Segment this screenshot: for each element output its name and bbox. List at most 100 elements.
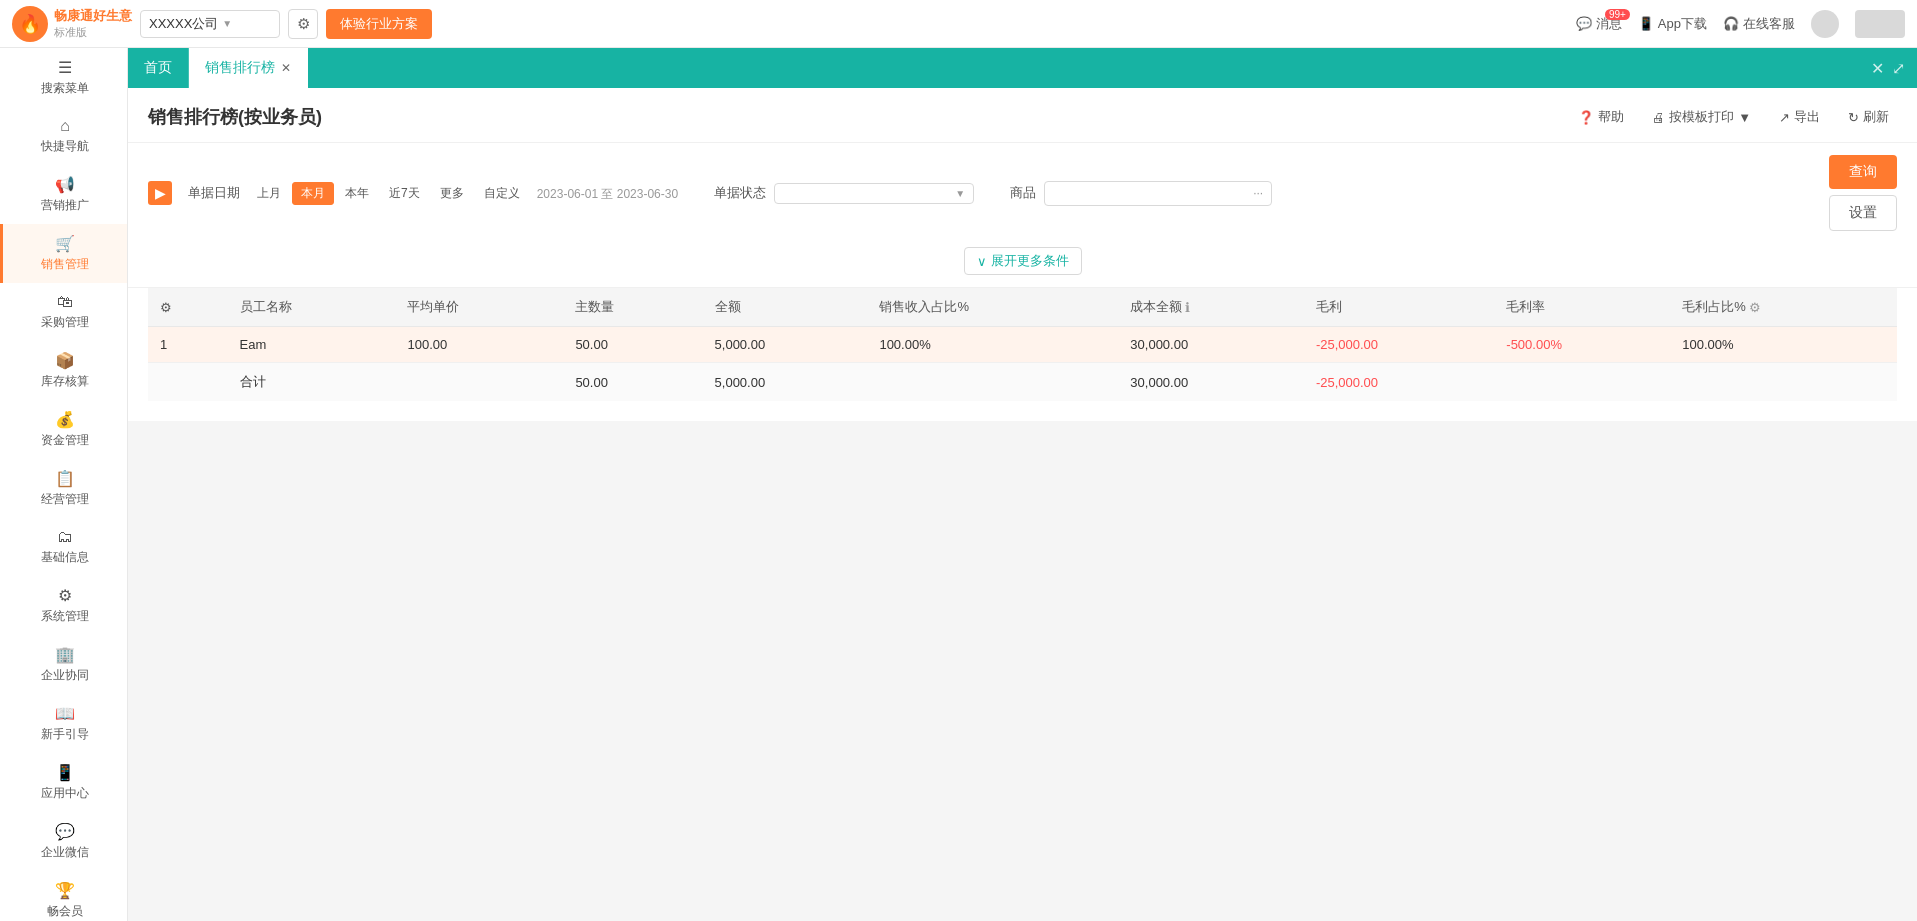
cell-rank-0: 1	[148, 327, 228, 363]
footer-gross-pct	[1670, 363, 1897, 402]
date-btn-this-month[interactable]: 本月	[292, 182, 334, 205]
sidebar-items: ☰ 搜索菜单 ⌂ 快捷导航 📢 营销推广 🛒 销售管理 🛍 采购管理 📦 库存核…	[0, 48, 127, 921]
brand-text: 畅康通好生意 标准版	[54, 7, 132, 40]
purchase-icon: 🛍	[57, 293, 73, 311]
col-name: 员工名称	[228, 288, 396, 327]
sidebar-item-marketing[interactable]: 📢 营销推广	[0, 165, 127, 224]
footer-gross-margin	[1494, 363, 1670, 402]
sidebar-item-inventory[interactable]: 📦 库存核算	[0, 341, 127, 400]
goods-more-icon[interactable]: ···	[1253, 186, 1263, 200]
goods-filter-label: 商品	[1010, 184, 1036, 202]
filter-row: ▶ 单据日期 上月 本月 本年 近7天 更多 自定义	[148, 155, 1897, 231]
expand-more-button[interactable]: ∨ 展开更多条件	[964, 247, 1082, 275]
refresh-button[interactable]: ↻ 刷新	[1840, 104, 1897, 130]
date-range-value: 2023-06-01 至 2023-06-30	[537, 186, 678, 203]
sidebar-item-operations[interactable]: 📋 经营管理	[0, 459, 127, 518]
company-selector[interactable]: XXXXX公司 ▼	[140, 10, 280, 38]
message-button[interactable]: 💬 消息 99+	[1576, 15, 1622, 33]
content-inner: 销售排行榜(按业务员) ❓ 帮助 🖨 按模板打印 ▼	[128, 88, 1917, 421]
expand-more-label: 展开更多条件	[991, 252, 1069, 270]
export-button[interactable]: ↗ 导出	[1771, 104, 1828, 130]
footer-sales-pct	[867, 363, 1118, 402]
query-button[interactable]: 查询	[1829, 155, 1897, 189]
sidebar-item-search[interactable]: ☰ 搜索菜单	[0, 48, 127, 107]
col-amount: 全额	[703, 288, 868, 327]
sidebar-item-enterprise[interactable]: 🏢 企业协同	[0, 635, 127, 694]
apps-icon: 📱	[55, 763, 75, 782]
export-icon: ↗	[1779, 110, 1790, 125]
footer-cost: 30,000.00	[1118, 363, 1304, 402]
app-download-label: App下载	[1658, 15, 1707, 33]
sidebar-item-purchase[interactable]: 🛍 采购管理	[0, 283, 127, 341]
inventory-icon: 📦	[55, 351, 75, 370]
settings-icon[interactable]: ⚙	[288, 9, 318, 39]
sidebar-item-member[interactable]: 🏆 畅会员	[0, 871, 127, 921]
help-button[interactable]: ❓ 帮助	[1570, 104, 1632, 130]
col-gross-profit: 毛利	[1304, 288, 1494, 327]
sidebar-item-finance[interactable]: 💰 资金管理	[0, 400, 127, 459]
date-buttons: 上月 本月 本年 近7天 更多 自定义	[248, 182, 529, 205]
sidebar-label-search: 搜索菜单	[41, 80, 89, 97]
footer-amount: 5,000.00	[703, 363, 868, 402]
trial-button[interactable]: 体验行业方案	[326, 9, 432, 39]
template-print-arrow-icon: ▼	[1738, 110, 1751, 125]
tab-close-window-icon[interactable]: ✕	[1871, 59, 1884, 78]
tab-right-actions: ✕ ⤢	[1871, 59, 1917, 78]
filter-expand-arrow[interactable]: ▶	[148, 181, 172, 205]
goods-input-wrapper: ···	[1044, 181, 1272, 206]
tab-close-icon[interactable]: ✕	[281, 61, 291, 75]
sidebar-item-basics[interactable]: 🗂 基础信息	[0, 518, 127, 576]
sidebar-item-shortcut[interactable]: ⌂ 快捷导航	[0, 107, 127, 165]
table-body: 1 Eam 100.00 50.00 5,000.00 100.00% 30,0…	[148, 327, 1897, 363]
sales-table: ⚙ 员工名称 平均单价 主数量 全额 销售收入占比% 成本全额	[148, 288, 1897, 401]
sidebar: ☰ 搜索菜单 ⌂ 快捷导航 📢 营销推广 🛒 销售管理 🛍 采购管理 📦 库存核…	[0, 48, 128, 921]
user-name	[1855, 10, 1905, 38]
goods-input[interactable]	[1053, 186, 1253, 201]
date-filter-label: 单据日期	[188, 184, 240, 202]
col-settings: ⚙	[148, 288, 228, 327]
export-label: 导出	[1794, 108, 1820, 126]
gross-pct-info-icon[interactable]: ⚙	[1749, 300, 1761, 315]
date-btn-this-year[interactable]: 本年	[336, 182, 378, 205]
company-name: XXXXX公司	[149, 15, 218, 33]
top-bar: 🔥 畅康通好生意 标准版 XXXXX公司 ▼ ⚙ 体验行业方案 💬 消息 99+…	[0, 0, 1917, 48]
sidebar-label-finance: 资金管理	[41, 432, 89, 449]
footer-quantity: 50.00	[563, 363, 702, 402]
avatar[interactable]	[1811, 10, 1839, 38]
page-title: 销售排行榜(按业务员)	[148, 105, 322, 129]
sidebar-item-apps[interactable]: 📱 应用中心	[0, 753, 127, 812]
date-btn-last-month[interactable]: 上月	[248, 182, 290, 205]
sidebar-label-sales: 销售管理	[41, 256, 89, 273]
tab-sales-ranking[interactable]: 销售排行榜 ✕	[189, 48, 308, 88]
online-service-label: 在线客服	[1743, 15, 1795, 33]
col-cost: 成本全额 ℹ	[1118, 288, 1304, 327]
sidebar-item-sales[interactable]: 🛒 销售管理	[0, 224, 127, 283]
page-header: 销售排行榜(按业务员) ❓ 帮助 🖨 按模板打印 ▼	[128, 88, 1917, 143]
enterprise-icon: 🏢	[55, 645, 75, 664]
sidebar-item-wechat[interactable]: 💬 企业微信	[0, 812, 127, 871]
table-settings-icon[interactable]: ⚙	[160, 300, 172, 315]
date-btn-7days[interactable]: 近7天	[380, 182, 429, 205]
headset-icon: 🎧	[1723, 16, 1739, 31]
cell-cost-0: 30,000.00	[1118, 327, 1304, 363]
app-container: 🔥 畅康通好生意 标准版 XXXXX公司 ▼ ⚙ 体验行业方案 💬 消息 99+…	[0, 0, 1917, 921]
col-avg-price: 平均单价	[395, 288, 563, 327]
app-download-button[interactable]: 📱 App下载	[1638, 15, 1707, 33]
refresh-label: 刷新	[1863, 108, 1889, 126]
table-footer: 合计 50.00 5,000.00 30,000.00 -25,000.00	[148, 363, 1897, 402]
tab-restore-icon[interactable]: ⤢	[1892, 59, 1905, 78]
status-select[interactable]: ▼	[774, 183, 974, 204]
cost-info-icon[interactable]: ℹ	[1185, 300, 1190, 315]
date-btn-more[interactable]: 更多	[431, 182, 473, 205]
date-filter: 单据日期 上月 本月 本年 近7天 更多 自定义	[188, 182, 678, 205]
tab-home[interactable]: 首页	[128, 48, 189, 88]
sidebar-item-system[interactable]: ⚙ 系统管理	[0, 576, 127, 635]
date-btn-custom[interactable]: 自定义	[475, 182, 529, 205]
online-service-button[interactable]: 🎧 在线客服	[1723, 15, 1795, 33]
template-print-button[interactable]: 🖨 按模板打印 ▼	[1644, 104, 1759, 130]
basics-icon: 🗂	[57, 528, 73, 546]
sidebar-item-guide[interactable]: 📖 新手引导	[0, 694, 127, 753]
message-icon: 💬	[1576, 16, 1592, 31]
settings-button[interactable]: 设置	[1829, 195, 1897, 231]
main-area: ☰ 搜索菜单 ⌂ 快捷导航 📢 营销推广 🛒 销售管理 🛍 采购管理 📦 库存核…	[0, 48, 1917, 921]
